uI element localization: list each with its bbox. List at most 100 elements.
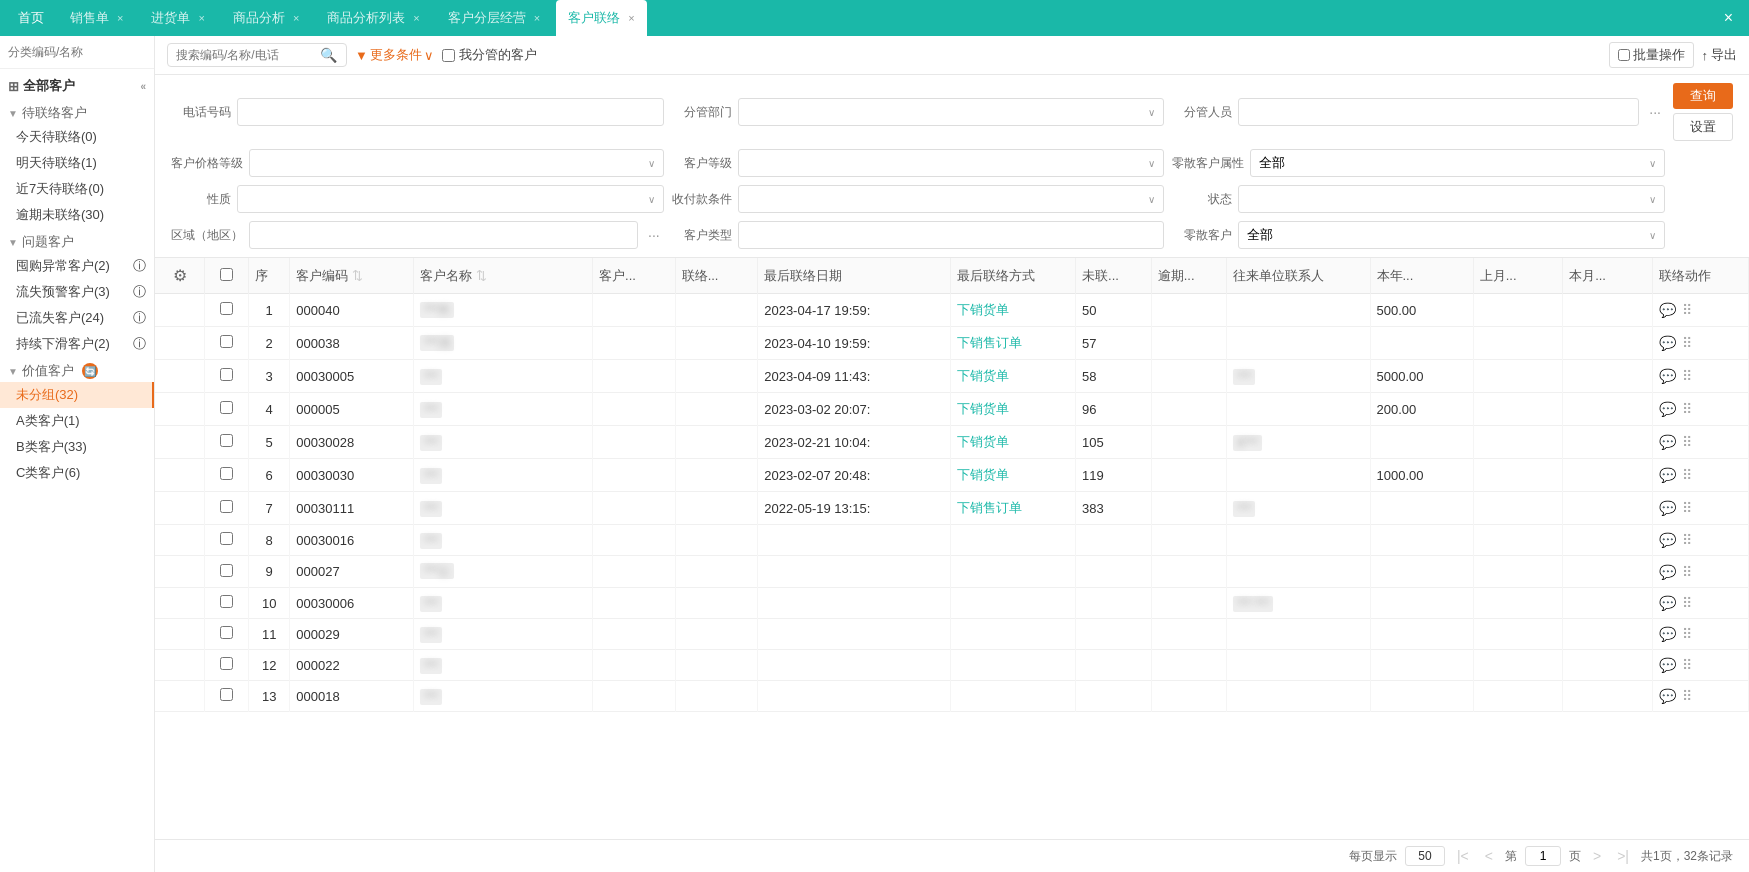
search-submit-icon[interactable]: 🔍	[320, 47, 337, 63]
more-action-icon[interactable]: ⠿	[1682, 564, 1692, 580]
sidebar-item-lost[interactable]: 已流失客户(24) ⓘ	[0, 305, 154, 331]
row-last-type[interactable]	[950, 588, 1075, 619]
contact-action-icon[interactable]: 💬	[1659, 335, 1676, 351]
more-action-icon[interactable]: ⠿	[1682, 467, 1692, 483]
row-checkbox-8[interactable]	[220, 564, 233, 577]
more-action-icon[interactable]: ⠿	[1682, 335, 1692, 351]
sidebar-item-declining[interactable]: 持续下滑客户(2) ⓘ	[0, 331, 154, 357]
close-tab-purchase[interactable]: ×	[198, 12, 204, 24]
payment-select[interactable]: ∨	[738, 185, 1165, 213]
search-input[interactable]	[176, 48, 316, 62]
page-number-input[interactable]	[1525, 846, 1561, 866]
contact-action-icon[interactable]: 💬	[1659, 564, 1676, 580]
sidebar-item-overdue[interactable]: 逾期未联络(30)	[0, 202, 154, 228]
more-action-icon[interactable]: ⠿	[1682, 688, 1692, 704]
query-button[interactable]: 查询	[1673, 83, 1733, 109]
close-tab-sales[interactable]: ×	[117, 12, 123, 24]
region-dots[interactable]: ···	[644, 227, 664, 243]
row-last-type[interactable]: 下销货单	[950, 393, 1075, 426]
sidebar-item-type-b[interactable]: B类客户(33)	[0, 434, 154, 460]
manager-select[interactable]	[1238, 98, 1639, 126]
row-last-type[interactable]: 下销货单	[950, 426, 1075, 459]
first-page-button[interactable]: |<	[1453, 846, 1473, 866]
sidebar-item-type-c[interactable]: C类客户(6)	[0, 460, 154, 486]
row-last-type[interactable]	[950, 681, 1075, 712]
row-checkbox-cell[interactable]	[205, 619, 249, 650]
price-level-select[interactable]: ∨	[249, 149, 664, 177]
sidebar-item-ungrouped[interactable]: 未分组(32)	[0, 382, 154, 408]
more-action-icon[interactable]: ⠿	[1682, 401, 1692, 417]
more-action-icon[interactable]: ⠿	[1682, 302, 1692, 318]
contact-action-icon[interactable]: 💬	[1659, 434, 1676, 450]
zero-customer-select[interactable]: 全部 ∨	[1238, 221, 1665, 249]
row-checkbox-cell[interactable]	[205, 459, 249, 492]
status-select[interactable]: ∨	[1238, 185, 1665, 213]
batch-op-button[interactable]: 批量操作	[1609, 42, 1694, 68]
row-checkbox-10[interactable]	[220, 626, 233, 639]
row-checkbox-1[interactable]	[220, 335, 233, 348]
page-size-value[interactable]: 50	[1405, 846, 1445, 866]
next-page-button[interactable]: >	[1589, 846, 1605, 866]
sidebar-item-today[interactable]: 今天待联络(0)	[0, 124, 154, 150]
row-checkbox-12[interactable]	[220, 688, 233, 701]
row-last-type[interactable]	[950, 619, 1075, 650]
row-checkbox-5[interactable]	[220, 467, 233, 480]
row-checkbox-0[interactable]	[220, 302, 233, 315]
batch-checkbox[interactable]	[1618, 49, 1630, 61]
row-checkbox-2[interactable]	[220, 368, 233, 381]
contact-action-icon[interactable]: 💬	[1659, 467, 1676, 483]
category-search-input[interactable]	[8, 45, 155, 59]
more-action-icon[interactable]: ⠿	[1682, 626, 1692, 642]
row-checkbox-3[interactable]	[220, 401, 233, 414]
prev-page-button[interactable]: <	[1481, 846, 1497, 866]
row-last-type[interactable]: 下销货单	[950, 459, 1075, 492]
window-close-button[interactable]: ×	[1716, 9, 1741, 27]
table-settings-icon[interactable]: ⚙	[173, 267, 187, 284]
row-checkbox-cell[interactable]	[205, 681, 249, 712]
nav-tab-customer-layer[interactable]: 客户分层经营 ×	[436, 0, 552, 36]
row-checkbox-4[interactable]	[220, 434, 233, 447]
reset-button[interactable]: 设置	[1673, 113, 1733, 141]
manager-dots[interactable]: ···	[1645, 104, 1665, 120]
row-last-type[interactable]: 下销售订单	[950, 327, 1075, 360]
contact-action-icon[interactable]: 💬	[1659, 532, 1676, 548]
region-select[interactable]	[249, 221, 638, 249]
row-last-type[interactable]: 下销货单	[950, 294, 1075, 327]
row-checkbox-cell[interactable]	[205, 426, 249, 459]
row-last-type[interactable]: 下销售订单	[950, 492, 1075, 525]
row-last-type[interactable]	[950, 556, 1075, 588]
last-page-button[interactable]: >|	[1613, 846, 1633, 866]
row-checkbox-cell[interactable]	[205, 360, 249, 393]
sidebar-item-type-a[interactable]: A类客户(1)	[0, 408, 154, 434]
sidebar-item-hoarding[interactable]: 囤购异常客户(2) ⓘ	[0, 253, 154, 279]
more-action-icon[interactable]: ⠿	[1682, 657, 1692, 673]
col-code[interactable]: 客户编码 ⇅	[290, 258, 414, 294]
row-checkbox-cell[interactable]	[205, 393, 249, 426]
my-customers-checkbox[interactable]	[442, 49, 455, 62]
col-name[interactable]: 客户名称 ⇅	[414, 258, 593, 294]
dept-select[interactable]: ∨	[738, 98, 1165, 126]
contact-action-icon[interactable]: 💬	[1659, 595, 1676, 611]
sidebar-item-tomorrow[interactable]: 明天待联络(1)	[0, 150, 154, 176]
nav-home[interactable]: 首页	[8, 9, 54, 27]
row-checkbox-9[interactable]	[220, 595, 233, 608]
row-last-type[interactable]	[950, 650, 1075, 681]
contact-action-icon[interactable]: 💬	[1659, 688, 1676, 704]
close-tab-customer-contact[interactable]: ×	[628, 12, 634, 24]
nav-tab-purchase[interactable]: 进货单 ×	[139, 0, 216, 36]
select-all-checkbox[interactable]	[220, 268, 233, 281]
my-customers-checkbox-area[interactable]: 我分管的客户	[442, 46, 537, 64]
row-checkbox-6[interactable]	[220, 500, 233, 513]
zero-attr-select[interactable]: 全部 ∨	[1250, 149, 1665, 177]
more-action-icon[interactable]: ⠿	[1682, 532, 1692, 548]
nav-tab-analysis[interactable]: 商品分析 ×	[221, 0, 311, 36]
row-checkbox-cell[interactable]	[205, 525, 249, 556]
contact-action-icon[interactable]: 💬	[1659, 401, 1676, 417]
close-tab-analysis-list[interactable]: ×	[413, 12, 419, 24]
row-last-type[interactable]	[950, 525, 1075, 556]
contact-action-icon[interactable]: 💬	[1659, 302, 1676, 318]
close-tab-customer-layer[interactable]: ×	[534, 12, 540, 24]
customer-type-select[interactable]	[738, 221, 1165, 249]
row-checkbox-cell[interactable]	[205, 650, 249, 681]
contact-action-icon[interactable]: 💬	[1659, 626, 1676, 642]
